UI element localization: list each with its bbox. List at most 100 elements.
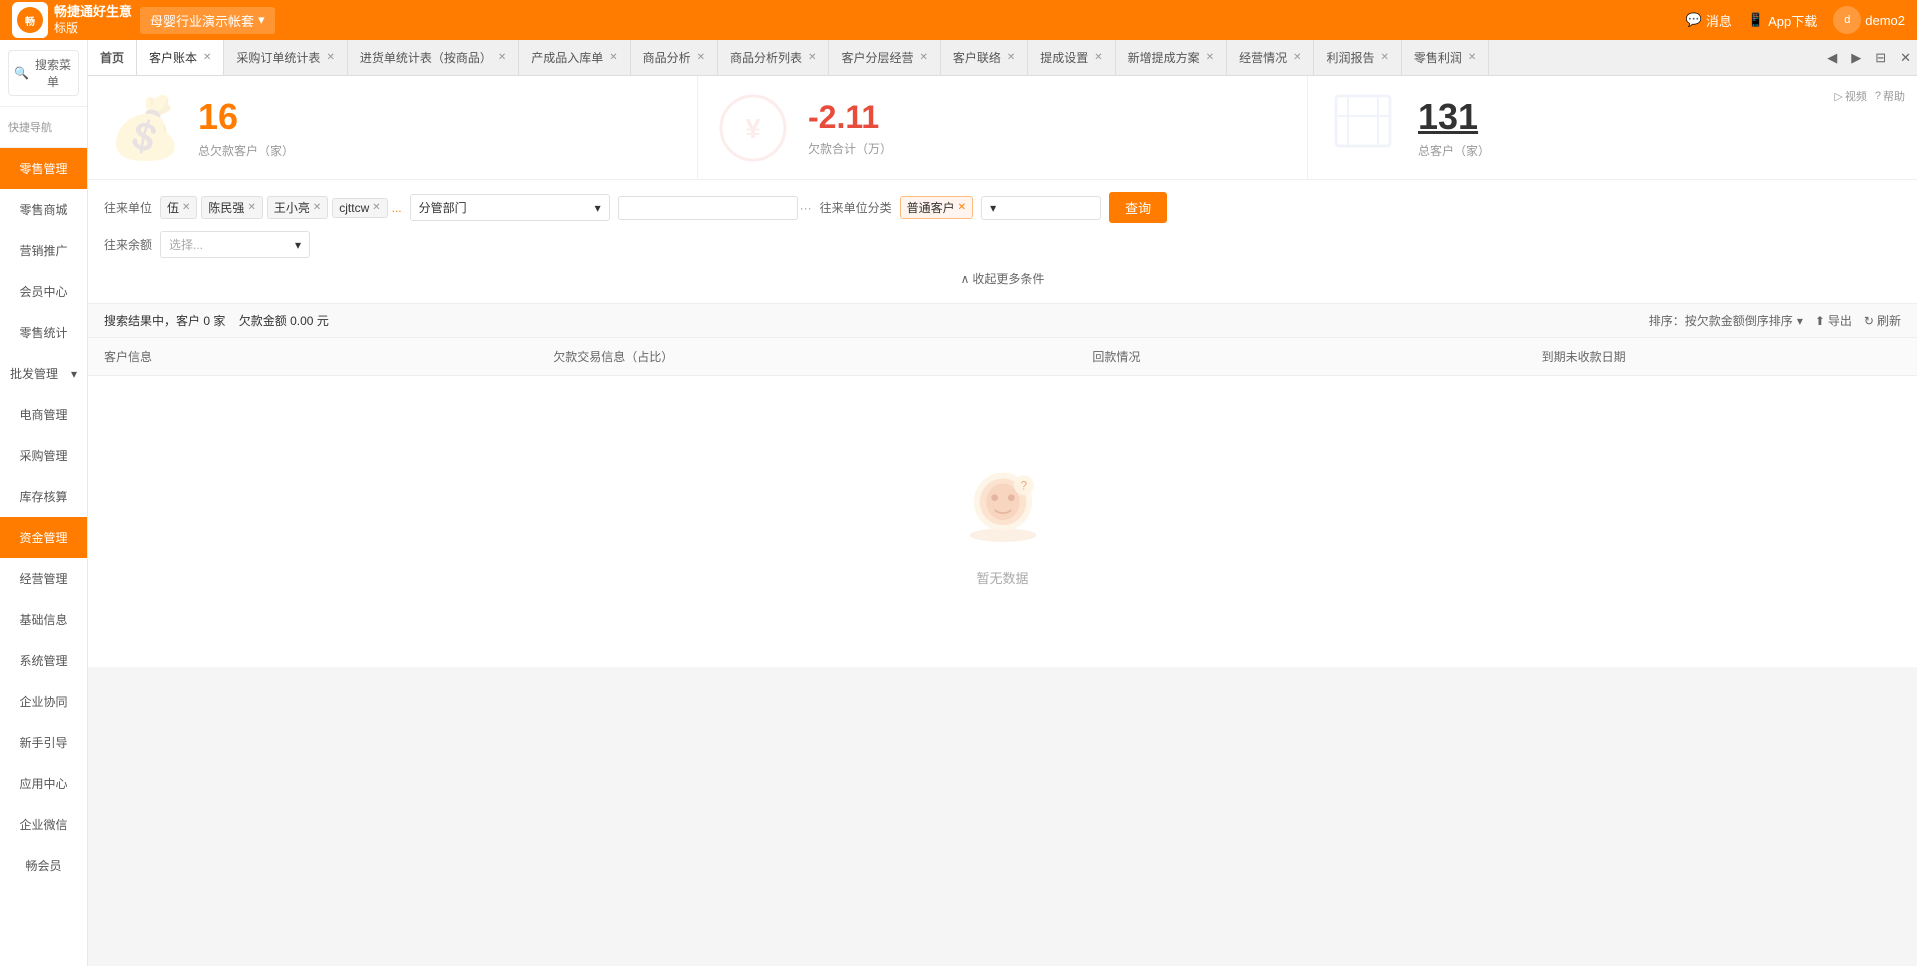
col-header-debt: 欠款交易信息（占比） xyxy=(553,348,1092,365)
close-icon[interactable]: ✕ xyxy=(1293,52,1301,63)
total-all-customers-label: 总客户（家） xyxy=(1418,142,1490,159)
close-icon[interactable]: ✕ xyxy=(1007,52,1015,63)
tab-new-commission[interactable]: 新增提成方案 ✕ xyxy=(1116,40,1227,76)
balance-dropdown[interactable]: 选择... ▾ xyxy=(160,231,310,258)
tab-bar: 首页 客户账本 ✕ 采购订单统计表 ✕ 进货单统计表（按商品） ✕ 产成品入库单… xyxy=(88,40,1917,76)
sidebar-item-basic-info[interactable]: 基础信息 xyxy=(0,599,87,640)
close-icon[interactable]: ✕ xyxy=(808,52,816,63)
close-icon[interactable]: ✕ xyxy=(1206,52,1214,63)
close-icon[interactable]: ✕ xyxy=(498,52,506,63)
tab-production-stock[interactable]: 产成品入库单 ✕ xyxy=(519,40,630,76)
unit-class-dropdown[interactable]: ▾ xyxy=(981,196,1101,220)
tab-home[interactable]: 首页 xyxy=(88,40,137,76)
quick-nav: 快捷导航 xyxy=(0,107,87,148)
user-profile[interactable]: d demo2 xyxy=(1833,6,1905,34)
col-header-date: 到期未收款日期 xyxy=(1542,348,1901,365)
tab-commission-settings[interactable]: 提成设置 ✕ xyxy=(1028,40,1115,76)
tab-product-analysis[interactable]: 商品分析 ✕ xyxy=(631,40,718,76)
col-header-customer: 客户信息 xyxy=(104,348,553,365)
app-download-button[interactable]: 📱 App下载 xyxy=(1748,11,1817,30)
top-bar-right: 💬 消息 📱 App下载 d demo2 xyxy=(1686,6,1905,34)
tab-customer-ledger[interactable]: 客户账本 ✕ xyxy=(137,40,224,76)
sidebar-search-button[interactable]: 🔍 搜索菜单 xyxy=(8,50,79,96)
close-icon[interactable]: ✕ xyxy=(1468,52,1476,63)
tab-expand-button[interactable]: ⊟ xyxy=(1869,46,1892,70)
tab-profit-report[interactable]: 利润报告 ✕ xyxy=(1314,40,1401,76)
collapse-row: ∧ 收起更多条件 xyxy=(104,266,1901,291)
close-icon[interactable]: ✕ xyxy=(203,52,211,63)
sidebar-item-app-center[interactable]: 应用中心 xyxy=(0,763,87,804)
help-link[interactable]: ? 帮助 xyxy=(1875,88,1905,104)
balance-filter-label: 往来余额 xyxy=(104,236,152,253)
tab-prev-button[interactable]: ◀ xyxy=(1821,46,1843,70)
sidebar-item-marketing[interactable]: 营销推广 xyxy=(0,230,87,271)
sidebar-item-operations[interactable]: 经营管理 xyxy=(0,558,87,599)
result-info: 搜索结果中，客户 0 家 欠款金额 0.00 元 xyxy=(104,312,329,329)
person-more-icon[interactable]: ··· xyxy=(800,201,812,215)
tab-purchase-stats-product[interactable]: 进货单统计表（按商品） ✕ xyxy=(348,40,519,76)
sidebar-item-wechat[interactable]: 企业微信 xyxy=(0,804,87,845)
filter-row-2: 往来余额 选择... ▾ xyxy=(104,231,1901,258)
sidebar-item-inventory[interactable]: 库存核算 xyxy=(0,476,87,517)
remove-tag-0[interactable]: ✕ xyxy=(182,202,190,213)
sidebar-item-retail[interactable]: 零售管理 xyxy=(0,148,87,189)
sidebar-item-system[interactable]: 系统管理 xyxy=(0,640,87,681)
sidebar-item-retail-stats[interactable]: 零售统计 xyxy=(0,312,87,353)
sidebar-item-finance[interactable]: 资金管理 xyxy=(0,517,87,558)
empty-text: 暂无数据 xyxy=(976,568,1028,587)
remove-class-tag[interactable]: ✕ xyxy=(958,202,966,213)
person-input[interactable] xyxy=(618,196,798,220)
chevron-down-icon: ▾ xyxy=(595,201,601,215)
export-button[interactable]: ⬆ 导出 xyxy=(1815,312,1852,329)
tab-purchase-order-stats[interactable]: 采购订单统计表 ✕ xyxy=(224,40,347,76)
search-icon: 🔍 xyxy=(14,66,29,80)
sidebar-item-guide[interactable]: 新手引导 xyxy=(0,722,87,763)
sidebar-item-retail-mall[interactable]: 零售商城 xyxy=(0,189,87,230)
sidebar-item-purchase[interactable]: 采购管理 xyxy=(0,435,87,476)
svg-text:畅: 畅 xyxy=(25,15,35,28)
sidebar-item-wholesale[interactable]: 批发管理▾ xyxy=(0,353,87,394)
close-icon[interactable]: ✕ xyxy=(1094,52,1102,63)
sidebar-item-cooperation[interactable]: 企业协同 xyxy=(0,681,87,722)
sidebar-item-member2[interactable]: 畅会员 xyxy=(0,845,87,886)
workspace-dropdown[interactable]: 母婴行业演示帐套 ▾ xyxy=(140,7,275,34)
remove-tag-3[interactable]: ✕ xyxy=(372,202,380,213)
top-bar: 畅 畅捷通好生意 标版 母婴行业演示帐套 ▾ 💬 消息 📱 App下载 xyxy=(0,0,1917,40)
tab-customer-segment[interactable]: 客户分层经营 ✕ xyxy=(829,40,940,76)
video-link[interactable]: ▷ 视频 xyxy=(1834,88,1866,104)
chevron-down-icon: ▾ xyxy=(258,12,265,28)
query-button[interactable]: 查询 xyxy=(1109,192,1167,223)
content-area: 首页 客户账本 ✕ 采购订单统计表 ✕ 进货单统计表（按商品） ✕ 产成品入库单… xyxy=(88,40,1917,966)
tab-customer-contact[interactable]: 客户联络 ✕ xyxy=(941,40,1028,76)
refresh-icon: ↻ xyxy=(1864,314,1874,328)
tab-next-button[interactable]: ▶ xyxy=(1845,46,1867,70)
message-button[interactable]: 💬 消息 xyxy=(1686,11,1732,30)
tab-close-all-button[interactable]: ✕ xyxy=(1894,46,1917,70)
close-icon[interactable]: ✕ xyxy=(1381,52,1389,63)
more-tags-button[interactable]: ... xyxy=(392,201,402,215)
collapse-button[interactable]: ∧ 收起更多条件 xyxy=(953,266,1053,291)
sort-dropdown[interactable]: 排序：按欠款金额倒序排序 ▾ xyxy=(1649,312,1803,329)
close-icon[interactable]: ✕ xyxy=(919,52,927,63)
unit-filter-label: 往来单位 xyxy=(104,199,152,216)
unit-class-tag: 普通客户 ✕ xyxy=(900,196,973,219)
tab-operations[interactable]: 经营情况 ✕ xyxy=(1227,40,1314,76)
tab-product-analysis-list[interactable]: 商品分析列表 ✕ xyxy=(718,40,829,76)
refresh-button[interactable]: ↻ 刷新 xyxy=(1864,312,1901,329)
top-bar-left: 畅 畅捷通好生意 标版 母婴行业演示帐套 ▾ xyxy=(12,2,275,38)
close-icon[interactable]: ✕ xyxy=(326,52,334,63)
dept-dropdown[interactable]: 分管部门 ▾ xyxy=(410,194,610,221)
close-icon[interactable]: ✕ xyxy=(697,52,705,63)
close-icon[interactable]: ✕ xyxy=(609,52,617,63)
export-icon: ⬆ xyxy=(1815,314,1825,328)
sidebar-item-member[interactable]: 会员中心 xyxy=(0,271,87,312)
table-header: 客户信息 欠款交易信息（占比） 回款情况 到期未收款日期 xyxy=(88,338,1917,376)
remove-tag-2[interactable]: ✕ xyxy=(313,202,321,213)
sidebar-item-ecommerce[interactable]: 电商管理 xyxy=(0,394,87,435)
tab-retail-profit[interactable]: 零售利润 ✕ xyxy=(1402,40,1489,76)
remove-tag-1[interactable]: ✕ xyxy=(247,202,255,213)
avatar: d xyxy=(1833,6,1861,34)
filter-area: 往来单位 伍 ✕ 陈民强 ✕ 王小亮 xyxy=(88,180,1917,304)
logo-area: 畅 畅捷通好生意 标版 xyxy=(12,2,132,38)
logo-icon: 畅 xyxy=(12,2,48,38)
